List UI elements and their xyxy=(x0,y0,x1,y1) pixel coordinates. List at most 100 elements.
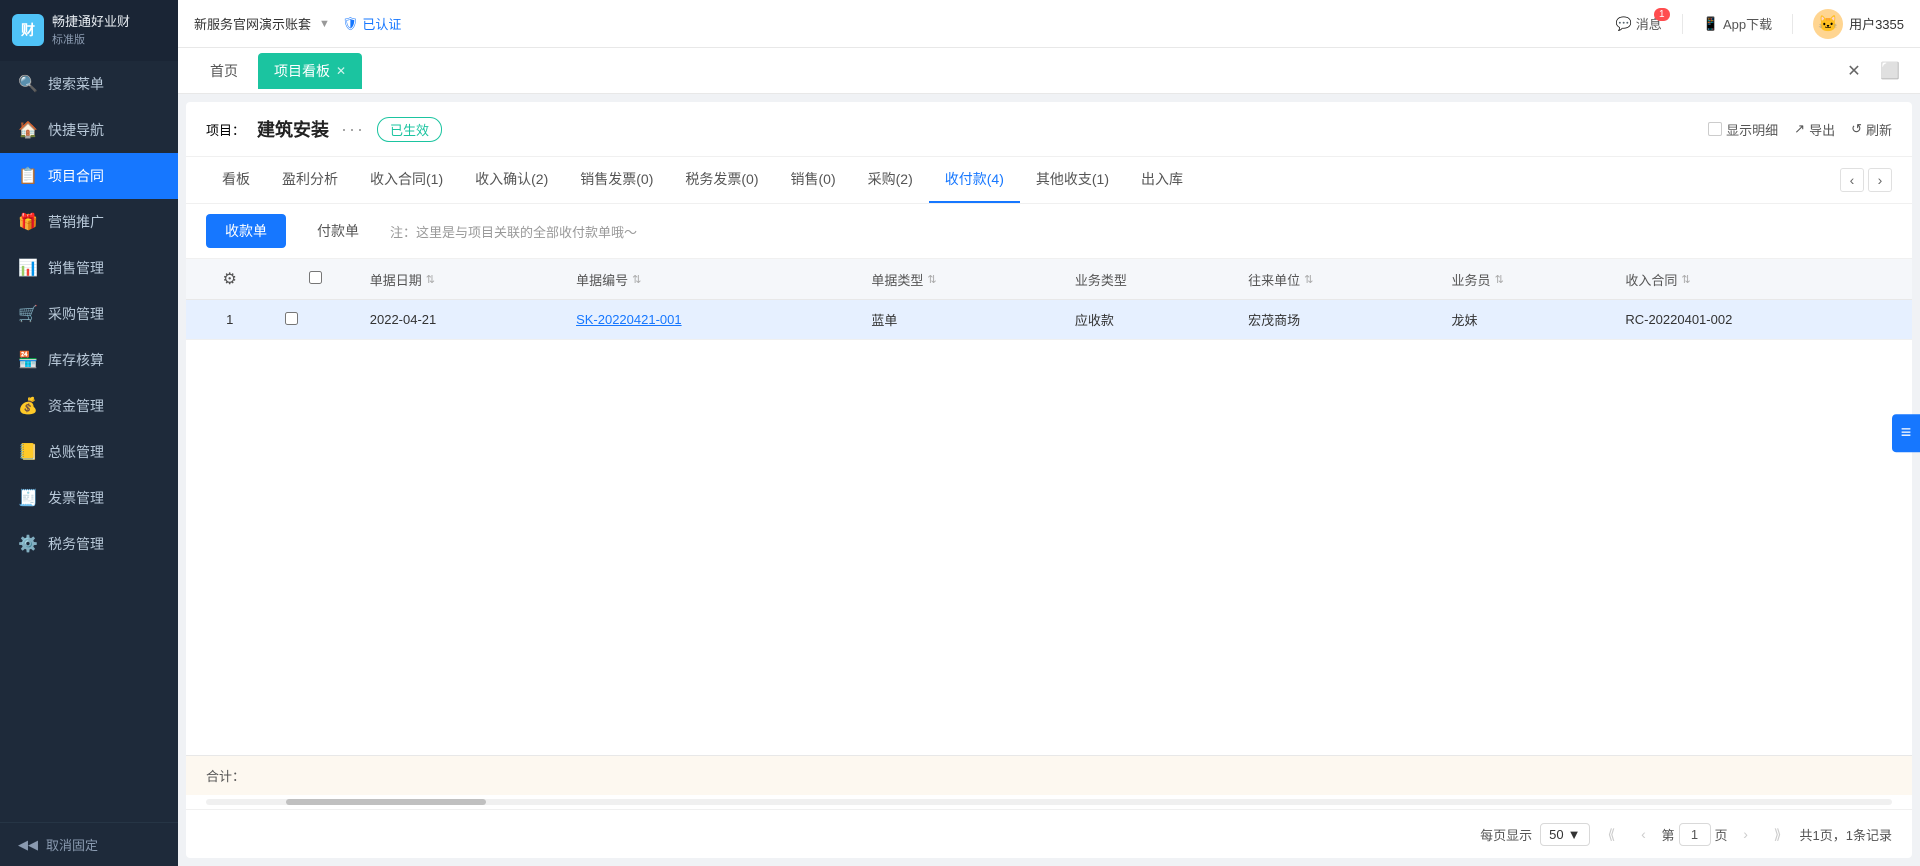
select-all-checkbox[interactable] xyxy=(309,271,322,284)
current-page-input[interactable]: 1 xyxy=(1679,823,1711,846)
tax-icon: ⚙️ xyxy=(18,534,38,554)
shield-icon: 🛡 xyxy=(342,16,359,32)
next-page-button[interactable]: › xyxy=(1732,820,1760,848)
maximize-button[interactable]: ⬜ xyxy=(1876,57,1904,85)
show-detail-toggle[interactable]: 显示明细 xyxy=(1708,120,1778,139)
account-name: 新服务官网演示账套 xyxy=(194,14,311,33)
tabs-right-actions: ✕ ⬜ xyxy=(1840,57,1904,85)
row-income-contract: RC-20220401-002 xyxy=(1613,300,1912,340)
tab-home-label: 首页 xyxy=(210,61,238,81)
biz-type-column-header: 业务类型 xyxy=(1063,259,1236,300)
table-row[interactable]: 1 2022-04-21 SK-20220421-001 蓝单 应收款 宏茂商场… xyxy=(186,300,1912,340)
sidebar-item-finance[interactable]: 💰 资金管理 xyxy=(0,383,178,429)
refresh-label: 刷新 xyxy=(1866,120,1892,139)
sub-tab-income-contract[interactable]: 收入合同(1) xyxy=(354,157,459,203)
finance-icon: 💰 xyxy=(18,396,38,416)
row-number-cell[interactable]: SK-20220421-001 xyxy=(564,300,859,340)
total-label: 合计： xyxy=(206,766,245,785)
sidebar-item-invoice[interactable]: 🧾 发票管理 xyxy=(0,475,178,521)
page-size-dropdown-icon: ▼ xyxy=(1568,827,1581,842)
sidebar-item-label: 采购管理 xyxy=(48,304,104,324)
sidebar-item-tax[interactable]: ⚙️ 税务管理 xyxy=(0,521,178,567)
divider2 xyxy=(1792,14,1793,34)
phone-icon: 📱 xyxy=(1703,16,1719,32)
sidebar-item-quick-nav[interactable]: 🏠 快捷导航 xyxy=(0,107,178,153)
user-menu[interactable]: 🐱 用户3355 xyxy=(1813,9,1904,39)
sub-tab-tax-invoice[interactable]: 税务发票(0) xyxy=(669,157,774,203)
sub-tabs-next-btn[interactable]: › xyxy=(1868,168,1892,192)
close-button[interactable]: ✕ xyxy=(1840,57,1868,85)
sub-tab-warehouse[interactable]: 出入库 xyxy=(1125,157,1199,203)
settings-column-header[interactable]: ⚙ xyxy=(186,259,273,300)
account-selector[interactable]: 新服务官网演示账套 ▼ xyxy=(194,14,330,33)
first-page-button[interactable]: ⟪ xyxy=(1598,820,1626,848)
more-options-button[interactable]: ··· xyxy=(341,119,365,140)
sub-tab-kanban[interactable]: 看板 xyxy=(206,157,266,203)
export-icon: ↗ xyxy=(1794,121,1805,137)
app-name: 畅捷通好业财 xyxy=(52,14,130,31)
page-label-di: 第 xyxy=(1662,825,1675,844)
export-button[interactable]: ↗ 导出 xyxy=(1794,120,1835,139)
float-right-button[interactable]: ≡ xyxy=(1892,414,1920,452)
messages-button[interactable]: 💬 消息 1 xyxy=(1616,14,1662,33)
sidebar-item-search[interactable]: 🔍 搜索菜单 xyxy=(0,61,178,107)
table-total: 合计： xyxy=(186,755,1912,795)
gift-icon: 🎁 xyxy=(18,212,38,232)
sidebar-item-label: 资金管理 xyxy=(48,396,104,416)
prev-page-button[interactable]: ‹ xyxy=(1630,820,1658,848)
sub-tab-income-confirm[interactable]: 收入确认(2) xyxy=(459,157,564,203)
receipt-tab-button[interactable]: 收款单 xyxy=(206,214,286,248)
invoice-icon: 🧾 xyxy=(18,488,38,508)
app-edition: 标准版 xyxy=(52,31,130,47)
sidebar-item-purchase[interactable]: 🛒 采购管理 xyxy=(0,291,178,337)
sidebar-item-inventory[interactable]: 🏪 库存核算 xyxy=(0,337,178,383)
horizontal-scrollbar[interactable] xyxy=(186,795,1912,809)
salesperson-column-header[interactable]: 业务员 ⇅ xyxy=(1440,259,1614,300)
show-detail-checkbox[interactable] xyxy=(1708,122,1722,136)
unpin-button[interactable]: ◀◀ 取消固定 xyxy=(0,822,178,866)
project-icon: 📋 xyxy=(18,166,38,186)
row-checkbox[interactable] xyxy=(285,312,298,325)
payment-tab-button[interactable]: 付款单 xyxy=(298,214,378,248)
sidebar-item-marketing[interactable]: 🎁 营销推广 xyxy=(0,199,178,245)
scrollbar-thumb[interactable] xyxy=(286,799,486,805)
sub-tabs-prev-btn[interactable]: ‹ xyxy=(1840,168,1864,192)
sub-tab-sales[interactable]: 销售(0) xyxy=(775,157,852,203)
avatar: 🐱 xyxy=(1813,9,1843,39)
tab-home[interactable]: 首页 xyxy=(194,53,254,89)
tab-close-icon[interactable]: ✕ xyxy=(336,64,346,78)
last-page-button[interactable]: ⟫ xyxy=(1764,820,1792,848)
sidebar-item-sales[interactable]: 📊 销售管理 xyxy=(0,245,178,291)
row-checkbox-cell[interactable] xyxy=(273,300,357,340)
sub-tab-sales-invoice[interactable]: 销售发票(0) xyxy=(564,157,669,203)
search-icon: 🔍 xyxy=(18,74,38,94)
export-label: 导出 xyxy=(1809,120,1835,139)
sidebar-item-project-contract[interactable]: 📋 项目合同 xyxy=(0,153,178,199)
sidebar-item-ledger[interactable]: 📒 总账管理 xyxy=(0,429,178,475)
date-column-header[interactable]: 单据日期 ⇅ xyxy=(358,259,564,300)
salesperson-sort-icon: ⇅ xyxy=(1495,273,1504,286)
refresh-button[interactable]: ↺ 刷新 xyxy=(1851,120,1892,139)
sub-tab-other-expense[interactable]: 其他收支(1) xyxy=(1020,157,1125,203)
type-column-header[interactable]: 单据类型 ⇅ xyxy=(859,259,1062,300)
certified-badge: 🛡 已认证 xyxy=(342,14,402,33)
tab-project-board[interactable]: 项目看板 ✕ xyxy=(258,53,362,89)
project-header: 项目： 建筑安装 ··· 已生效 显示明细 ↗ 导出 ↺ 刷新 xyxy=(186,102,1912,157)
sub-tab-purchase[interactable]: 采购(2) xyxy=(852,157,929,203)
sidebar-item-label: 发票管理 xyxy=(48,488,104,508)
sub-tab-receipt[interactable]: 收付款(4) xyxy=(929,157,1020,203)
sidebar-item-label: 销售管理 xyxy=(48,258,104,278)
unpin-label: 取消固定 xyxy=(46,835,98,854)
sidebar-header: 财 畅捷通好业财 标准版 xyxy=(0,0,178,61)
app-download-button[interactable]: 📱 App下载 xyxy=(1703,14,1772,33)
settings-icon[interactable]: ⚙ xyxy=(223,271,237,288)
purchase-icon: 🛒 xyxy=(18,304,38,324)
sales-icon: 📊 xyxy=(18,258,38,278)
page-size-select[interactable]: 50 ▼ xyxy=(1540,823,1589,846)
income-contract-column-header[interactable]: 收入合同 ⇅ xyxy=(1613,259,1912,300)
data-table: ⚙ 单据日期 ⇅ 单据编号 xyxy=(186,259,1912,340)
number-column-header[interactable]: 单据编号 ⇅ xyxy=(564,259,859,300)
partner-column-header[interactable]: 往来单位 ⇅ xyxy=(1236,259,1439,300)
project-title: 建筑安装 xyxy=(257,116,329,142)
sub-tab-profit[interactable]: 盈利分析 xyxy=(266,157,354,203)
